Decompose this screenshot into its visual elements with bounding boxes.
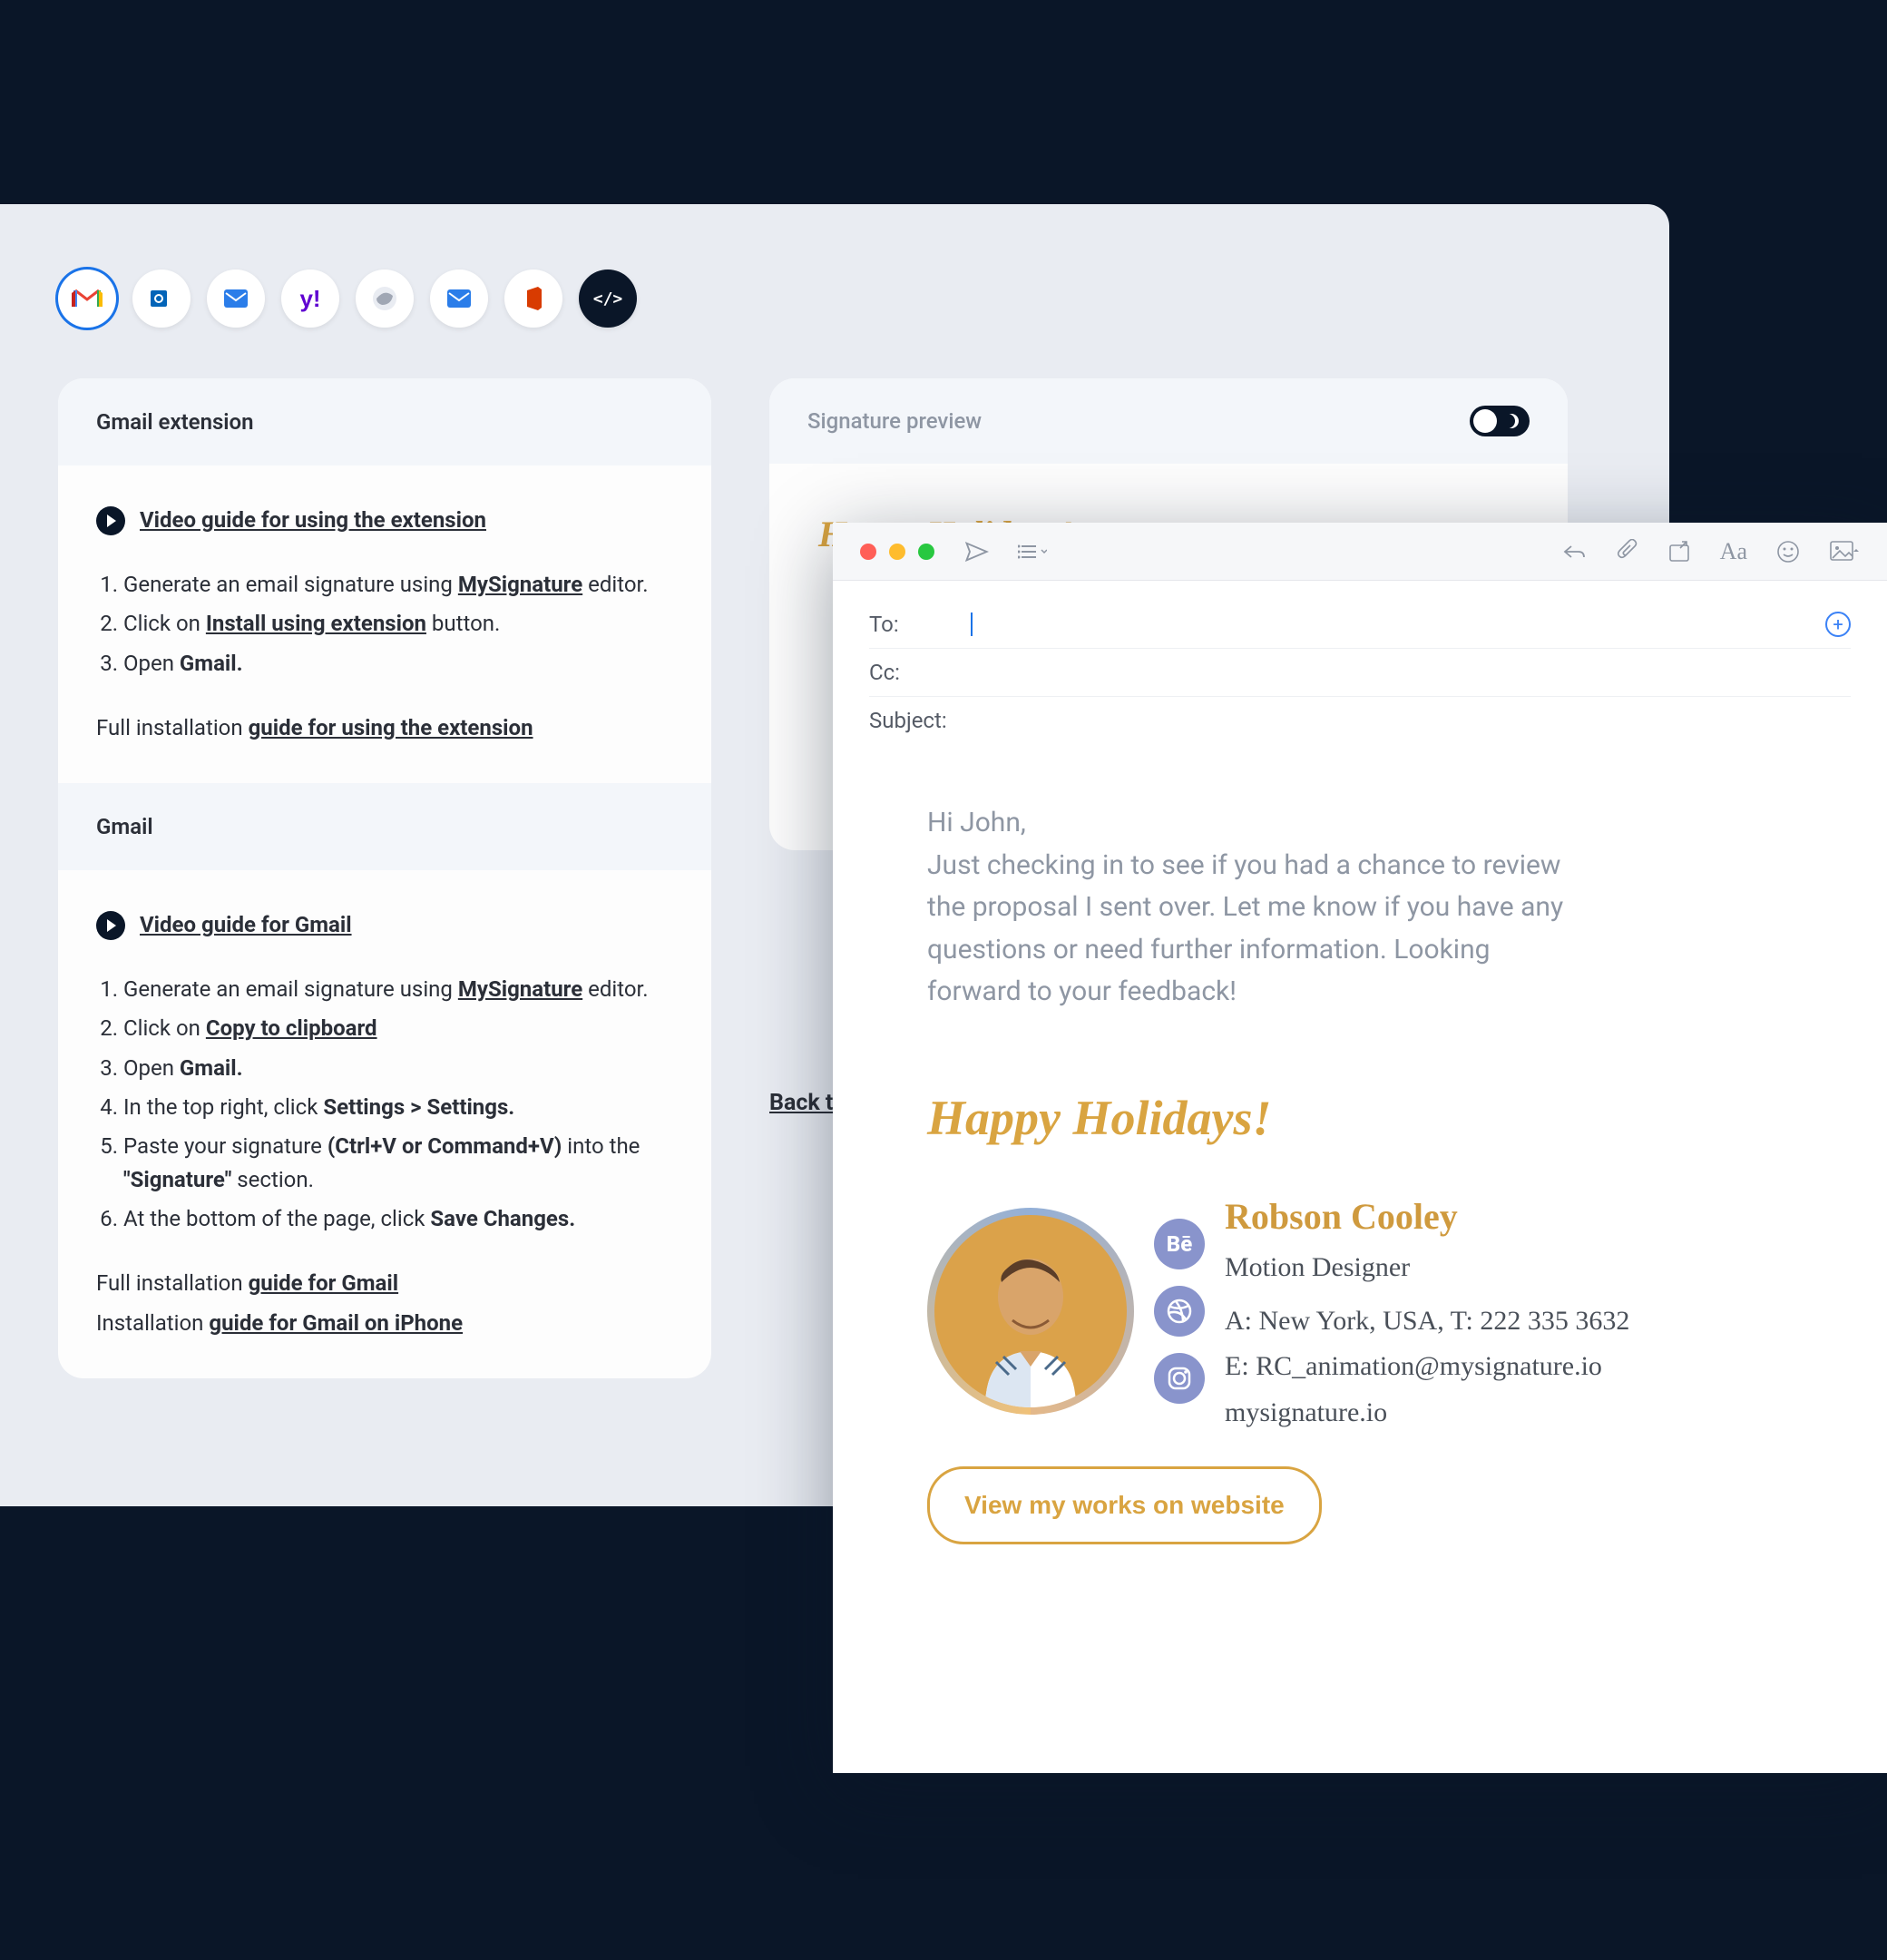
reply-icon[interactable] bbox=[1562, 541, 1588, 563]
toggle-knob bbox=[1473, 409, 1497, 433]
instagram-icon[interactable] bbox=[1154, 1353, 1205, 1404]
gmail-title: Gmail bbox=[58, 783, 711, 870]
office-icon bbox=[522, 285, 545, 312]
provider-office[interactable] bbox=[504, 270, 562, 328]
image-icon[interactable] bbox=[1829, 540, 1860, 564]
minimize-window-icon[interactable] bbox=[889, 544, 905, 560]
signature-email: E: RC_animation@mysignature.io bbox=[1225, 1346, 1629, 1388]
signature-text: Robson Cooley Motion Designer A: New Yor… bbox=[1225, 1189, 1629, 1434]
step-item: Generate an email signature using MySign… bbox=[123, 568, 673, 602]
extension-steps: Generate an email signature using MySign… bbox=[96, 568, 673, 681]
avatar-ring bbox=[927, 1208, 1134, 1415]
email-compose-window: Aa To: + Cc: Subject: Hi John, Just chec… bbox=[833, 523, 1887, 1773]
signature-name: Robson Cooley bbox=[1225, 1189, 1629, 1245]
gmail-extension-card: Gmail extension Video guide for using th… bbox=[58, 378, 711, 1378]
provider-selector: y! </> bbox=[58, 270, 1611, 328]
step-item: Generate an email signature using MySign… bbox=[123, 973, 673, 1006]
text-cursor bbox=[971, 612, 973, 636]
step-item: At the bottom of the page, click Save Ch… bbox=[123, 1202, 673, 1236]
attachment-icon[interactable] bbox=[1617, 539, 1638, 564]
step-item: Paste your signature (Ctrl+V or Command+… bbox=[123, 1130, 673, 1197]
email-toolbar: Aa bbox=[833, 523, 1887, 581]
list-icon[interactable] bbox=[1018, 541, 1047, 563]
gmail-extension-title: Gmail extension bbox=[58, 378, 711, 466]
close-window-icon[interactable] bbox=[860, 544, 876, 560]
email-fields: To: + Cc: Subject: bbox=[833, 581, 1887, 744]
step-item: In the top right, click Settings > Setti… bbox=[123, 1091, 673, 1124]
provider-outlook[interactable] bbox=[132, 270, 191, 328]
install-extension-link[interactable]: Install using extension bbox=[206, 611, 426, 636]
view-works-button[interactable]: View my works on website bbox=[927, 1466, 1322, 1544]
signature-block: Happy Holidays! bbox=[927, 1081, 1793, 1544]
to-field[interactable]: To: + bbox=[869, 601, 1851, 649]
gmail-footer2: Installation guide for Gmail on iPhone bbox=[96, 1307, 673, 1340]
provider-mail-blue[interactable] bbox=[207, 270, 265, 328]
inline-link[interactable]: MySignature bbox=[458, 976, 582, 1002]
cc-field[interactable]: Cc: bbox=[869, 649, 1851, 697]
behance-icon[interactable]: Bē bbox=[1154, 1219, 1205, 1269]
gmail-footer1: Full installation guide for Gmail bbox=[96, 1267, 673, 1300]
add-recipient-icon[interactable]: + bbox=[1825, 612, 1851, 637]
signature-role: Motion Designer bbox=[1225, 1247, 1629, 1289]
thunderbird-icon bbox=[371, 285, 398, 312]
guide-gmail-link[interactable]: guide for Gmail bbox=[249, 1270, 399, 1296]
subject-field[interactable]: Subject: bbox=[869, 697, 1851, 744]
guide-gmail-iphone-link[interactable]: guide for Gmail on iPhone bbox=[209, 1310, 463, 1336]
provider-html[interactable]: </> bbox=[579, 270, 637, 328]
mail-icon bbox=[222, 288, 249, 309]
mysignature-link[interactable]: MySignature bbox=[458, 572, 582, 597]
emoji-icon[interactable] bbox=[1776, 540, 1800, 564]
play-icon[interactable] bbox=[96, 506, 125, 535]
font-icon[interactable]: Aa bbox=[1720, 538, 1747, 565]
signature-heading: Happy Holidays! bbox=[927, 1081, 1793, 1157]
step-item: Click on Copy to clipboard bbox=[123, 1012, 673, 1045]
gmail-icon bbox=[72, 287, 103, 310]
yahoo-icon: y! bbox=[299, 285, 320, 313]
dribbble-icon[interactable] bbox=[1154, 1286, 1205, 1337]
dark-mode-toggle[interactable] bbox=[1470, 406, 1530, 436]
step-item: Click on Install using extension button. bbox=[123, 607, 673, 641]
outlook-icon bbox=[148, 285, 175, 312]
video-guide-extension-link[interactable]: Video guide for using the extension bbox=[140, 504, 486, 537]
mail2-icon bbox=[445, 288, 473, 309]
gmail-steps: Generate an email signature using MySign… bbox=[96, 973, 673, 1236]
body-text: Just checking in to see if you had a cha… bbox=[927, 845, 1580, 1014]
maximize-window-icon[interactable] bbox=[918, 544, 934, 560]
send-icon[interactable] bbox=[963, 539, 989, 564]
provider-windows-mail[interactable] bbox=[430, 270, 488, 328]
greeting: Hi John, bbox=[927, 802, 1793, 845]
provider-yahoo[interactable]: y! bbox=[281, 270, 339, 328]
avatar bbox=[934, 1215, 1127, 1407]
guide-extension-link[interactable]: guide for using the extension bbox=[249, 715, 533, 740]
signature-site: mysignature.io bbox=[1225, 1392, 1629, 1435]
provider-thunderbird[interactable] bbox=[356, 270, 414, 328]
preview-title: Signature preview bbox=[807, 408, 982, 434]
provider-gmail[interactable] bbox=[58, 270, 116, 328]
social-links: Bē bbox=[1154, 1219, 1205, 1404]
video-guide-gmail-link[interactable]: Video guide for Gmail bbox=[140, 908, 352, 942]
play-icon[interactable] bbox=[96, 911, 125, 940]
signature-address: A: New York, USA, T: 222 335 3632 bbox=[1225, 1300, 1629, 1343]
step-item: Open Gmail. bbox=[123, 1052, 673, 1085]
moon-icon bbox=[1504, 414, 1519, 428]
email-body[interactable]: Hi John, Just checking in to see if you … bbox=[833, 744, 1887, 1602]
window-traffic-lights bbox=[860, 544, 934, 560]
export-icon[interactable] bbox=[1667, 540, 1691, 564]
step-item: Open Gmail. bbox=[123, 647, 673, 681]
code-icon: </> bbox=[593, 289, 623, 309]
extension-footer: Full installation guide for using the ex… bbox=[96, 711, 673, 745]
inline-link[interactable]: Copy to clipboard bbox=[206, 1015, 377, 1041]
